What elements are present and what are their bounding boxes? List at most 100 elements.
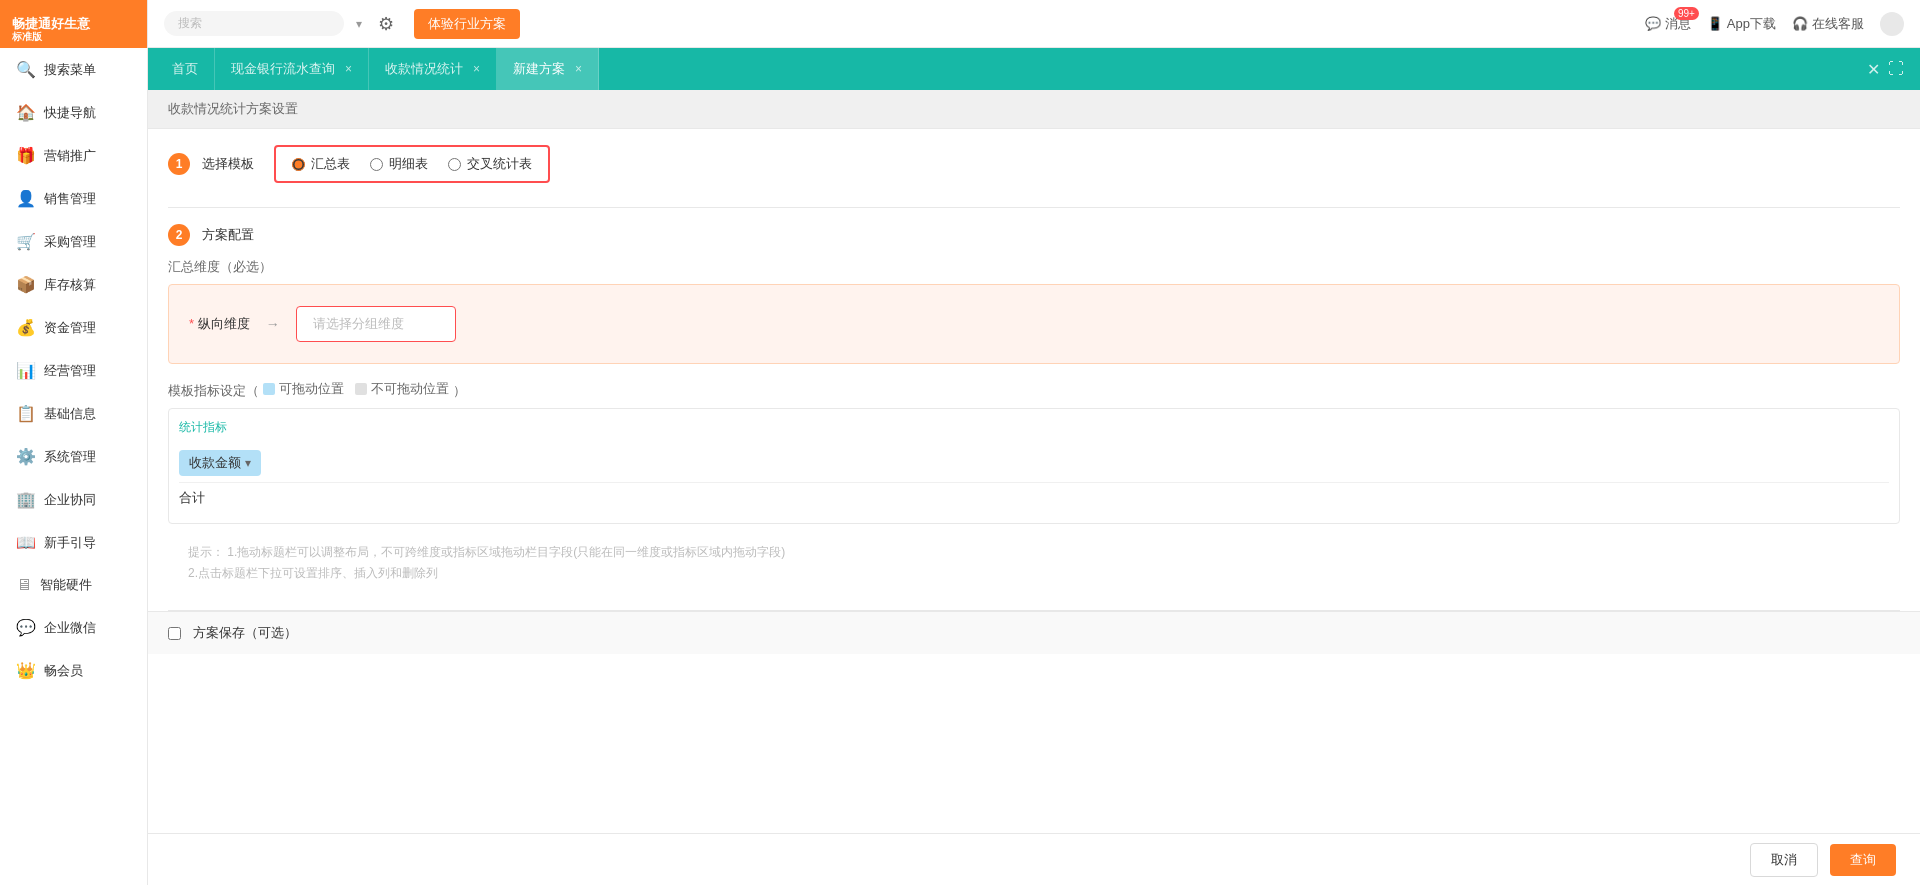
crown-icon: 👑 <box>16 661 36 680</box>
tab-close-icon[interactable]: × <box>473 62 480 76</box>
money-icon: 💰 <box>16 318 36 337</box>
radio-summary[interactable]: 汇总表 <box>292 155 350 173</box>
tab-new-plan-label: 新建方案 <box>513 60 565 78</box>
sidebar-item-search-menu[interactable]: 🔍 搜索菜单 <box>0 48 147 91</box>
radio-cross-input[interactable] <box>448 158 461 171</box>
step1-circle: 1 <box>168 153 190 175</box>
step1-label: 选择模板 <box>202 155 254 173</box>
tab-cash-bank[interactable]: 现金银行流水查询 × <box>215 48 369 90</box>
radio-detail-input[interactable] <box>370 158 383 171</box>
search-bar[interactable]: 搜索 <box>164 11 344 36</box>
tab-home-label: 首页 <box>172 60 198 78</box>
footer-bar: 取消 查询 <box>148 833 1920 885</box>
sidebar-item-marketing[interactable]: 🎁 营销推广 <box>0 134 147 177</box>
sidebar: 畅捷通好生意 标准版 🔍 搜索菜单 🏠 快捷导航 🎁 营销推广 👤 销售管理 🛒… <box>0 0 148 885</box>
sidebar-item-basic-info[interactable]: 📋 基础信息 <box>0 392 147 435</box>
tab-bar-end: ✕ ⛶ <box>1859 48 1912 90</box>
save-row: 方案保存（可选） <box>148 611 1920 654</box>
sidebar-item-purchase[interactable]: 🛒 采购管理 <box>0 220 147 263</box>
dimension-selector[interactable]: 请选择分组维度 <box>296 306 456 342</box>
sidebar-item-label: 新手引导 <box>44 534 96 552</box>
metrics-header: 模板指标设定（ 可拖动位置 不可拖动位置 ） <box>168 380 1900 400</box>
tab-collection-stats[interactable]: 收款情况统计 × <box>369 48 497 90</box>
sidebar-item-label: 经营管理 <box>44 362 96 380</box>
list-icon: 📋 <box>16 404 36 423</box>
dimension-wrapper: 汇总维度（必选） * 纵向维度 → 请选择分组维度 <box>168 258 1900 364</box>
industry-button[interactable]: 体验行业方案 <box>414 9 520 39</box>
metric-tag-collection[interactable]: 收款金额 ▾ <box>179 450 261 476</box>
query-button[interactable]: 查询 <box>1830 844 1896 876</box>
sidebar-item-guide[interactable]: 📖 新手引导 <box>0 521 147 564</box>
radio-detail[interactable]: 明细表 <box>370 155 428 173</box>
radio-cross-label[interactable]: 交叉统计表 <box>467 155 532 173</box>
maximize-icon[interactable]: ⛶ <box>1888 60 1904 78</box>
sidebar-item-inventory[interactable]: 📦 库存核算 <box>0 263 147 306</box>
phone-icon: 📱 <box>1707 16 1723 31</box>
arrow-right-icon: → <box>266 316 280 332</box>
header-actions: 💬 消息 99+ 📱 App下载 🎧 在线客服 <box>1645 12 1904 36</box>
sidebar-item-label: 营销推广 <box>44 147 96 165</box>
step2-label: 方案配置 <box>202 226 254 244</box>
tab-close-icon[interactable]: × <box>345 62 352 76</box>
dropdown-arrow-icon[interactable]: ▾ <box>356 17 362 31</box>
radio-detail-label[interactable]: 明细表 <box>389 155 428 173</box>
sidebar-item-label: 销售管理 <box>44 190 96 208</box>
hint-area: 提示： 1.拖动标题栏可以调整布局，不可跨维度或指标区域拖动栏目字段(只能在同一… <box>168 536 1900 594</box>
online-service-label: 在线客服 <box>1812 15 1864 33</box>
cart-icon: 🛒 <box>16 232 36 251</box>
legend-item-nondraggable: 不可拖动位置 <box>355 380 449 398</box>
metrics-area: 统计指标 收款金额 ▾ 合计 <box>168 408 1900 524</box>
sidebar-item-finance[interactable]: 💰 资金管理 <box>0 306 147 349</box>
radio-cross[interactable]: 交叉统计表 <box>448 155 532 173</box>
legend-item-draggable: 可拖动位置 <box>263 380 344 398</box>
logo-sub: 标准版 <box>12 30 42 44</box>
metric-label-collection: 收款金额 <box>189 454 241 472</box>
dimension-title: 汇总维度（必选） <box>168 258 1900 276</box>
sidebar-item-wechat[interactable]: 💬 企业微信 <box>0 606 147 649</box>
settings-icon[interactable]: ⚙ <box>378 13 394 35</box>
sidebar-item-member[interactable]: 👑 畅会员 <box>0 649 147 692</box>
sidebar-item-hardware[interactable]: 🖥 智能硬件 <box>0 564 147 606</box>
user-avatar[interactable] <box>1880 12 1904 36</box>
tab-bar: 首页 现金银行流水查询 × 收款情况统计 × 新建方案 × ✕ ⛶ <box>148 48 1920 90</box>
required-mark: * <box>189 316 194 331</box>
sidebar-item-quick-nav[interactable]: 🏠 快捷导航 <box>0 91 147 134</box>
app-download-action[interactable]: 📱 App下载 <box>1707 15 1776 33</box>
chat-icon: 💬 <box>16 618 36 637</box>
sidebar-item-operations[interactable]: 📊 经营管理 <box>0 349 147 392</box>
tab-home[interactable]: 首页 <box>156 48 215 90</box>
chevron-down-icon[interactable]: ▾ <box>245 456 251 470</box>
tab-new-plan[interactable]: 新建方案 × <box>497 48 599 90</box>
building-icon: 🏢 <box>16 490 36 509</box>
sidebar-item-label: 资金管理 <box>44 319 96 337</box>
cancel-button[interactable]: 取消 <box>1750 843 1818 877</box>
box-icon: 📦 <box>16 275 36 294</box>
message-action[interactable]: 💬 消息 99+ <box>1645 15 1691 33</box>
save-label: 方案保存（可选） <box>193 624 297 642</box>
gear-icon: ⚙️ <box>16 447 36 466</box>
draggable-dot <box>263 383 275 395</box>
radio-summary-input[interactable] <box>292 158 305 171</box>
tab-close-icon[interactable]: × <box>575 62 582 76</box>
sidebar-item-label: 畅会员 <box>44 662 83 680</box>
hint-line-2: 2.点击标题栏下拉可设置排序、插入列和删除列 <box>188 565 1880 582</box>
app-download-label: App下载 <box>1727 15 1776 33</box>
sidebar-item-sys-mgmt[interactable]: ⚙️ 系统管理 <box>0 435 147 478</box>
template-selection-box: 汇总表 明细表 交叉统计表 <box>274 145 550 183</box>
online-service-action[interactable]: 🎧 在线客服 <box>1792 15 1864 33</box>
step2-section: 2 方案配置 汇总维度（必选） * 纵向维度 → 请选择分组维度 <box>148 208 1920 610</box>
home-icon: 🏠 <box>16 103 36 122</box>
radio-summary-label[interactable]: 汇总表 <box>311 155 350 173</box>
metrics-list: 收款金额 ▾ 合计 <box>179 444 1889 513</box>
dimension-area: * 纵向维度 → 请选择分组维度 <box>168 284 1900 364</box>
close-window-icon[interactable]: ✕ <box>1867 60 1880 79</box>
save-checkbox[interactable] <box>168 627 181 640</box>
main-area: 搜索 ▾ ⚙ 体验行业方案 💬 消息 99+ 📱 App下载 🎧 在线客服 首页 <box>148 0 1920 885</box>
metrics-title: 模板指标设定（ 可拖动位置 不可拖动位置 ） <box>168 380 466 400</box>
sidebar-item-label: 库存核算 <box>44 276 96 294</box>
sidebar-item-enterprise[interactable]: 🏢 企业协同 <box>0 478 147 521</box>
sidebar-logo: 畅捷通好生意 标准版 <box>0 0 147 48</box>
book-icon: 📖 <box>16 533 36 552</box>
sidebar-item-label: 搜索菜单 <box>44 61 96 79</box>
sidebar-item-sales[interactable]: 👤 销售管理 <box>0 177 147 220</box>
